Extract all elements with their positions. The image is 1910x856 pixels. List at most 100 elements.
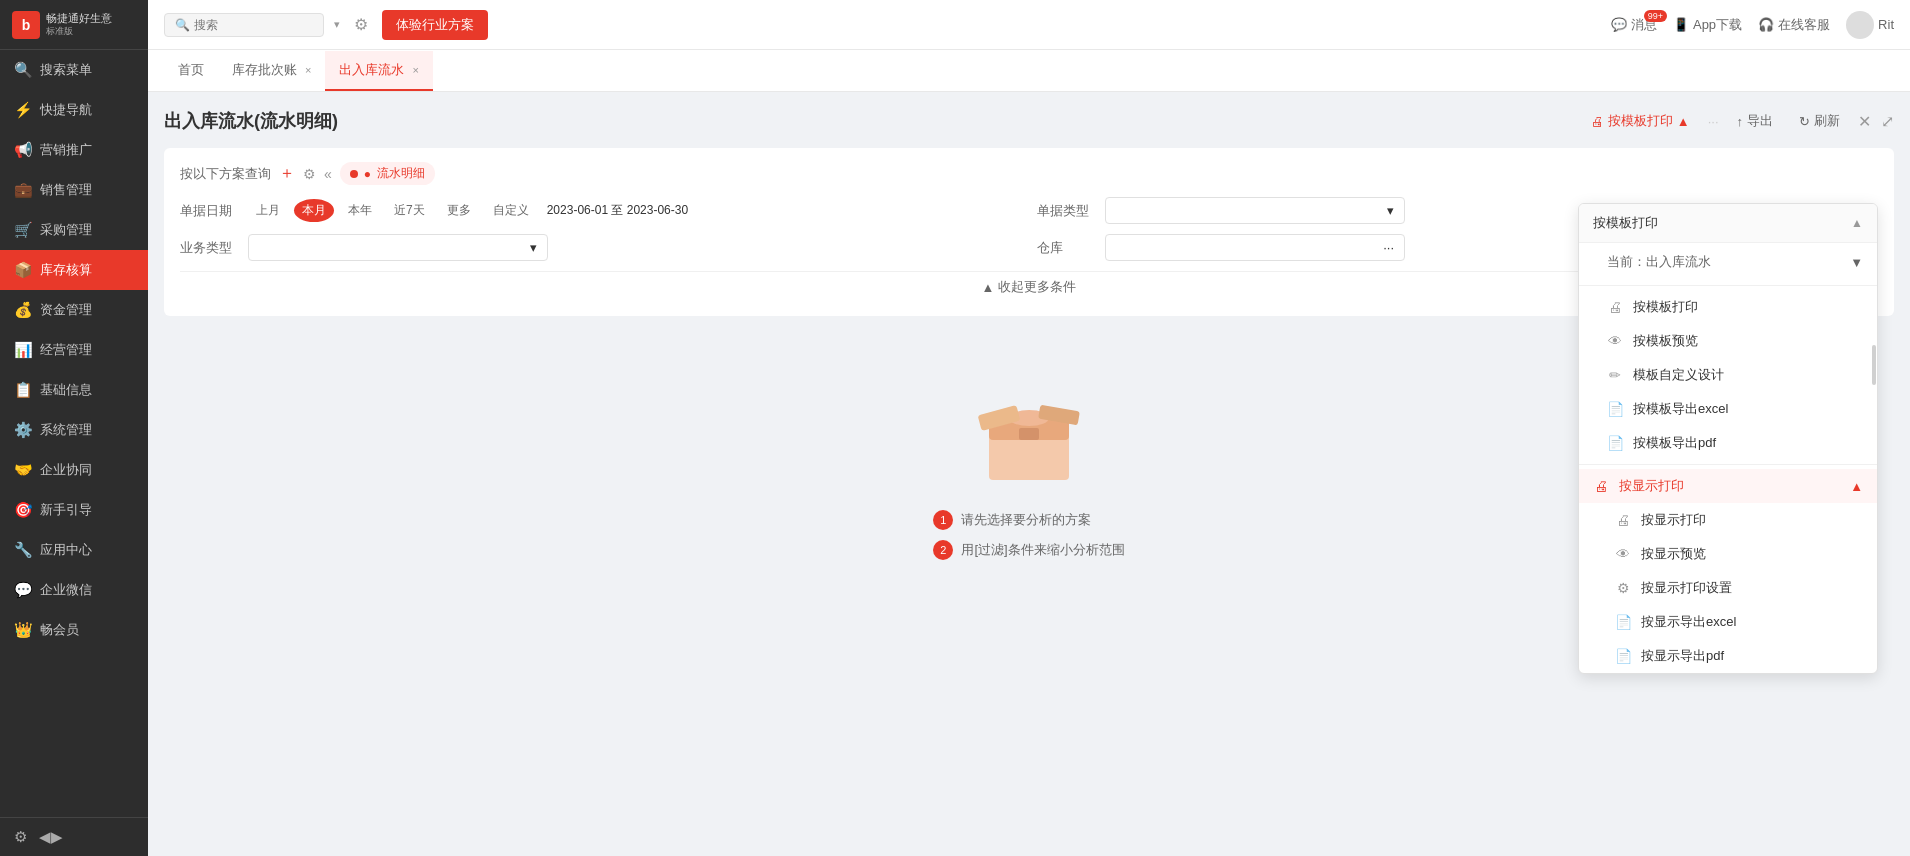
display-preview-label: 按显示预览 [1641, 545, 1706, 563]
search-input[interactable] [194, 18, 274, 32]
filter-collapse-icon[interactable]: « [324, 166, 332, 182]
doc-type-select[interactable]: ▾ [1105, 197, 1405, 224]
tab-flow-close-icon[interactable]: × [412, 64, 418, 76]
tab-flow-label: 出入库流水 [339, 61, 404, 79]
sidebar-item-operations[interactable]: 📊 经营管理 [0, 330, 148, 370]
topbar-chevron-icon[interactable]: ▾ [334, 18, 340, 31]
app-download-item[interactable]: 📱 App下载 [1673, 16, 1742, 34]
sidebar-item-system[interactable]: ⚙️ 系统管理 [0, 410, 148, 450]
topbar-gear-icon[interactable]: ⚙ [354, 15, 368, 34]
date-more-btn[interactable]: 更多 [439, 199, 479, 222]
active-filter-tag[interactable]: ● 流水明细 [340, 162, 435, 185]
warehouse-select[interactable]: ··· [1105, 234, 1405, 261]
export-button[interactable]: ↑ 导出 [1729, 108, 1782, 134]
business-type-filter-field: 业务类型 ▾ [180, 234, 1021, 261]
basic-icon: 📋 [14, 381, 32, 399]
svg-rect-2 [1019, 428, 1039, 440]
template-design-label: 模板自定义设计 [1633, 366, 1724, 384]
dropdown-item-display-preview[interactable]: 👁 按显示预览 [1579, 537, 1877, 571]
tab-home[interactable]: 首页 [164, 51, 218, 91]
display-pdf-icon: 📄 [1615, 648, 1631, 664]
topbar-search-box[interactable]: 🔍 [164, 13, 324, 37]
dropdown-item-template-design[interactable]: ✏ 模板自定义设计 [1579, 358, 1877, 392]
dropdown-item-display-pdf[interactable]: 📄 按显示导出pdf [1579, 639, 1877, 673]
main-area: 🔍 ▾ ⚙ 体验行业方案 💬 消息 99+ 📱 App下载 🎧 在线客服 Rit [148, 0, 1910, 856]
sidebar-footer: ⚙ ◀▶ [0, 817, 148, 856]
display-settings-label: 按显示打印设置 [1641, 579, 1732, 597]
current-template-label: 当前：出入库流水 [1607, 253, 1711, 271]
online-service-item[interactable]: 🎧 在线客服 [1758, 16, 1830, 34]
date-year-btn[interactable]: 本年 [340, 199, 380, 222]
dropdown-item-display-excel[interactable]: 📄 按显示导出excel [1579, 605, 1877, 639]
dropdown-current-template[interactable]: 当前：出入库流水 ▼ [1579, 247, 1877, 277]
step-1: 1 请先选择要分析的方案 [933, 510, 1124, 530]
system-icon: ⚙️ [14, 421, 32, 439]
template-print-label: 按模板打印 [1633, 298, 1698, 316]
sidebar-item-quick-nav[interactable]: ⚡ 快捷导航 [0, 90, 148, 130]
marketing-icon: 📢 [14, 141, 32, 159]
sidebar-item-sales[interactable]: 💼 销售管理 [0, 170, 148, 210]
date-custom-btn[interactable]: 自定义 [485, 199, 537, 222]
display-excel-icon: 📄 [1615, 614, 1631, 630]
sidebar-item-appstore[interactable]: 🔧 应用中心 [0, 530, 148, 570]
filter-setting-icon[interactable]: ⚙ [303, 166, 316, 182]
topbar-right: 💬 消息 99+ 📱 App下载 🎧 在线客服 Rit [1611, 11, 1894, 39]
user-item[interactable]: Rit [1846, 11, 1894, 39]
dropdown-item-template-print[interactable]: 🖨 按模板打印 [1579, 290, 1877, 324]
dropdown-item-template-excel[interactable]: 📄 按模板导出excel [1579, 392, 1877, 426]
sidebar-item-finance[interactable]: 💰 资金管理 [0, 290, 148, 330]
sidebar-item-vip[interactable]: 👑 畅会员 [0, 610, 148, 650]
scroll-thumb[interactable] [1872, 345, 1876, 385]
business-type-select[interactable]: ▾ [248, 234, 548, 261]
sidebar-item-guide[interactable]: 🎯 新手引导 [0, 490, 148, 530]
sales-icon: 💼 [14, 181, 32, 199]
expand-icon[interactable]: ⤢ [1881, 112, 1894, 131]
date-prev-month-btn[interactable]: 上月 [248, 199, 288, 222]
dropdown-item-template-pdf[interactable]: 📄 按模板导出pdf [1579, 426, 1877, 460]
sidebar-item-collab[interactable]: 🤝 企业协同 [0, 450, 148, 490]
close-icon[interactable]: ✕ [1858, 112, 1871, 131]
sidebar-item-basic[interactable]: 📋 基础信息 [0, 370, 148, 410]
sidebar-item-purchase[interactable]: 🛒 采购管理 [0, 210, 148, 250]
tab-batch-account-label: 库存批次账 [232, 61, 297, 79]
filter-add-icon[interactable]: ＋ [279, 163, 295, 184]
dropdown-item-display-print[interactable]: 🖨 按显示打印 [1579, 503, 1877, 537]
step-2: 2 用[过滤]条件来缩小分析范围 [933, 540, 1124, 560]
sidebar-item-marketing[interactable]: 📢 营销推广 [0, 130, 148, 170]
sidebar-item-label: 畅会员 [40, 621, 79, 639]
refresh-icon: ↻ [1799, 114, 1810, 129]
tab-batch-close-icon[interactable]: × [305, 64, 311, 76]
purchase-icon: 🛒 [14, 221, 32, 239]
dropdown-header: 按模板打印 ▲ [1579, 204, 1877, 243]
chevron-up-more-icon: ▲ [982, 280, 995, 295]
display-preview-icon: 👁 [1615, 546, 1631, 562]
collapse-more-label: 收起更多条件 [998, 278, 1076, 296]
sidebar-item-inventory[interactable]: 📦 库存核算 [0, 250, 148, 290]
dropdown-item-template-preview[interactable]: 👁 按模板预览 [1579, 324, 1877, 358]
sidebar-item-search[interactable]: 🔍 搜索菜单 [0, 50, 148, 90]
pdf-small-icon: 📄 [1607, 435, 1623, 451]
sidebar-item-label: 系统管理 [40, 421, 92, 439]
tab-batch-account[interactable]: 库存批次账 × [218, 51, 325, 91]
operations-icon: 📊 [14, 341, 32, 359]
print-template-button[interactable]: 🖨 按模板打印 ▲ [1583, 108, 1698, 134]
date-current-month-btn[interactable]: 本月 [294, 199, 334, 222]
tab-flow[interactable]: 出入库流水 × [325, 51, 432, 91]
settings-footer-icon[interactable]: ⚙ [14, 828, 27, 846]
display-section-arrow-icon: ▲ [1850, 479, 1863, 494]
divider-1 [1579, 285, 1877, 286]
refresh-button[interactable]: ↻ 刷新 [1791, 108, 1848, 134]
sidebar-item-label: 快捷导航 [40, 101, 92, 119]
message-item[interactable]: 💬 消息 99+ [1611, 16, 1657, 34]
collapse-footer-icon[interactable]: ◀▶ [39, 828, 63, 846]
dropdown-item-display-settings[interactable]: ⚙ 按显示打印设置 [1579, 571, 1877, 605]
collab-icon: 🤝 [14, 461, 32, 479]
trial-button[interactable]: 体验行业方案 [382, 10, 488, 40]
chevron-down-business-icon: ▾ [530, 240, 537, 255]
dropdown-close-arrow-icon[interactable]: ▲ [1851, 216, 1863, 230]
box-svg [969, 390, 1089, 490]
flash-icon: ⚡ [14, 101, 32, 119]
date-7days-btn[interactable]: 近7天 [386, 199, 433, 222]
sidebar-item-wechat[interactable]: 💬 企业微信 [0, 570, 148, 610]
preview-small-icon: 👁 [1607, 333, 1623, 349]
